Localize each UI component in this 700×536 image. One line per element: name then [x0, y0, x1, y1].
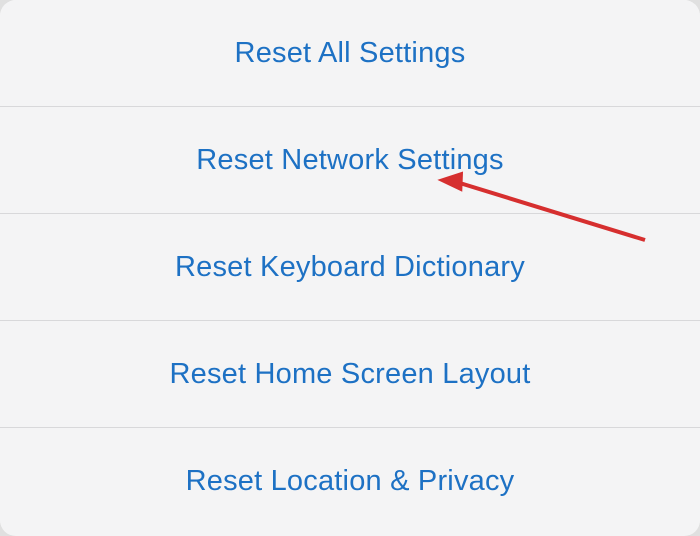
reset-keyboard-dictionary-label: Reset Keyboard Dictionary — [175, 251, 525, 284]
reset-home-screen-layout-label: Reset Home Screen Layout — [169, 358, 530, 391]
reset-home-screen-layout-row[interactable]: Reset Home Screen Layout — [0, 321, 700, 428]
reset-all-settings-label: Reset All Settings — [235, 37, 466, 70]
reset-location-privacy-row[interactable]: Reset Location & Privacy — [0, 428, 700, 535]
reset-settings-card: Reset All Settings Reset Network Setting… — [0, 0, 700, 536]
reset-keyboard-dictionary-row[interactable]: Reset Keyboard Dictionary — [0, 214, 700, 321]
reset-all-settings-row[interactable]: Reset All Settings — [0, 0, 700, 107]
reset-network-settings-row[interactable]: Reset Network Settings — [0, 107, 700, 214]
reset-network-settings-label: Reset Network Settings — [196, 144, 503, 177]
reset-location-privacy-label: Reset Location & Privacy — [186, 465, 515, 498]
